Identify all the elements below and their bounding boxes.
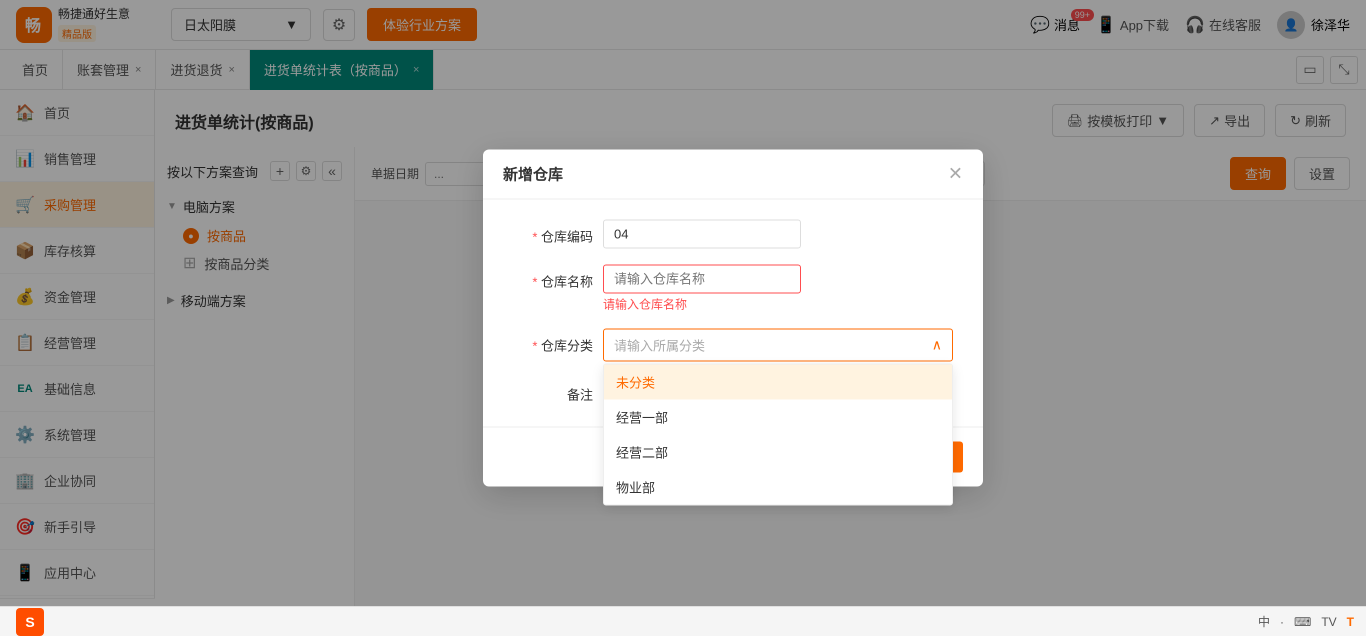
warehouse-category-row: 仓库分类 请输入所属分类 ∧ 未分类 经营一部 经营二部 物业部 <box>513 329 953 362</box>
status-bar: S 中 · ⌨ TV T <box>0 606 1366 636</box>
s-icon: S <box>16 608 44 636</box>
tv-icon: TV <box>1321 615 1336 629</box>
category-dropdown-trigger[interactable]: 请输入所属分类 ∧ <box>603 329 953 362</box>
keyboard-icon: ⌨ <box>1294 615 1311 629</box>
warehouse-code-input[interactable] <box>603 220 801 249</box>
note-label: 备注 <box>513 378 593 404</box>
warehouse-name-label: 仓库名称 <box>513 265 593 291</box>
warehouse-name-group: 请输入仓库名称 <box>603 265 953 313</box>
warehouse-category-label: 仓库分类 <box>513 329 593 355</box>
t-icon: T <box>1347 615 1354 629</box>
warehouse-name-error: 请输入仓库名称 <box>603 296 953 313</box>
category-placeholder: 请输入所属分类 <box>614 336 705 355</box>
warehouse-category-dropdown: 请输入所属分类 ∧ 未分类 经营一部 经营二部 物业部 <box>603 329 953 362</box>
s-logo: S <box>16 608 44 636</box>
dropdown-item-3[interactable]: 物业部 <box>604 470 952 505</box>
warehouse-code-group <box>603 220 953 249</box>
add-warehouse-modal: 新增仓库 ✕ 仓库编码 仓库名称 请输入仓库名称 仓库分类 请输入所属分类 ∧ <box>483 150 983 487</box>
warehouse-name-input[interactable] <box>603 265 801 294</box>
dropdown-item-0[interactable]: 未分类 <box>604 365 952 400</box>
modal-close-button[interactable]: ✕ <box>948 164 963 185</box>
dropdown-chevron-icon: ∧ <box>932 337 942 354</box>
category-dropdown-list: 未分类 经营一部 经营二部 物业部 <box>603 364 953 506</box>
warehouse-name-row: 仓库名称 请输入仓库名称 <box>513 265 953 313</box>
modal-body: 仓库编码 仓库名称 请输入仓库名称 仓库分类 请输入所属分类 ∧ 未分类 <box>483 200 983 427</box>
modal-header: 新增仓库 ✕ <box>483 150 983 200</box>
status-dot: · <box>1280 615 1284 629</box>
status-chinese: 中 <box>1258 613 1270 630</box>
modal-title: 新增仓库 <box>503 164 563 185</box>
dropdown-item-1[interactable]: 经营一部 <box>604 400 952 435</box>
dropdown-item-2[interactable]: 经营二部 <box>604 435 952 470</box>
warehouse-code-row: 仓库编码 <box>513 220 953 249</box>
warehouse-code-label: 仓库编码 <box>513 220 593 246</box>
